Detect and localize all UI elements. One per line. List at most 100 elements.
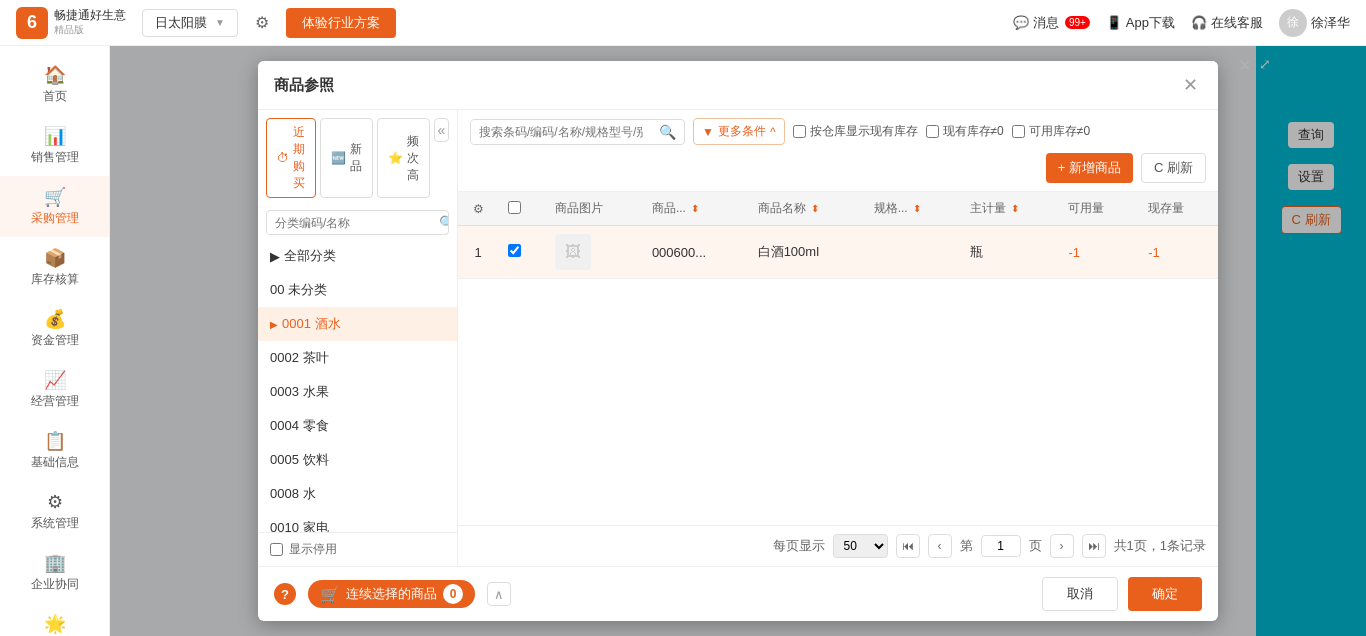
selected-count-badge: 0 [443,584,463,604]
content-area: ✕ ⤢ 查询 设置 C 刷新 商品参照 ✕ [110,46,1366,636]
sidebar-item-operations[interactable]: 📈 经营管理 [0,359,109,420]
cancel-button[interactable]: 取消 [1042,577,1118,611]
category-search-icon[interactable]: 🔍 [433,211,449,234]
product-search-icon[interactable]: 🔍 [651,120,684,144]
col-stock-header: 现存量 [1138,192,1218,226]
page-number-label: 第 [960,537,973,555]
table-row[interactable]: 1 🖼 000600... 白酒100ml [458,226,1218,279]
category-item-0008[interactable]: 0008 水 [258,477,457,511]
help-icon[interactable]: ? [274,583,296,605]
page-number-input[interactable] [981,535,1021,557]
recent-purchases-button[interactable]: ⏱ 近期购买 [266,118,316,198]
modal-overlay: 商品参照 ✕ ⏱ 近期购买 🆕 新 [110,46,1366,636]
category-item-0001[interactable]: ▶ 0001 酒水 [258,307,457,341]
logo-icon: 6 [16,7,48,39]
nonzero-stock-checkbox[interactable] [926,125,939,138]
category-item-0005[interactable]: 0005 饮料 [258,443,457,477]
user-nav-item[interactable]: 徐 徐泽华 [1279,9,1350,37]
inventory-icon: 📦 [44,247,66,269]
main-layout: 🏠 首页 📊 销售管理 🛒 采购管理 📦 库存核算 💰 资金管理 📈 经营管理 … [0,46,1366,636]
sidebar-item-purchase[interactable]: 🛒 采购管理 [0,176,109,237]
sidebar-item-home[interactable]: 🏠 首页 [0,54,109,115]
col-code-header[interactable]: 商品... ⬍ [642,192,748,226]
toolbar-right: + 新增商品 C 刷新 [1046,153,1206,183]
nav-selector[interactable]: 日太阳膜 ▼ [142,9,238,37]
cart-area[interactable]: 🛒 连续选择的商品 0 [308,580,475,608]
category-search-box: 🔍 [266,210,449,235]
modal-header: 商品参照 ✕ [258,61,1218,110]
col-settings-header[interactable]: ⚙ [458,192,498,226]
category-item-0003[interactable]: 0003 水果 [258,375,457,409]
active-arrow-icon: ▶ [270,319,278,330]
phone-icon: 📱 [1106,15,1122,30]
nonzero-stock-label: 现有库存≠0 [943,123,1004,140]
enterprise-icon: 🏢 [44,552,66,574]
sidebar-item-sales[interactable]: 📊 销售管理 [0,115,109,176]
all-categories-item[interactable]: ▶ 全部分类 [258,239,457,273]
last-page-button[interactable]: ⏭ [1082,534,1106,558]
category-label-0008: 0008 水 [270,485,316,503]
category-item-0004[interactable]: 0004 零食 [258,409,457,443]
sidebar-item-enterprise[interactable]: 🏢 企业协同 [0,542,109,603]
category-label-0010: 0010 家电 [270,519,329,532]
finance-icon: 💰 [44,308,66,330]
category-search-input[interactable] [267,212,433,234]
select-all-checkbox[interactable] [508,201,521,214]
available-stock-checkbox[interactable] [1012,125,1025,138]
sort-icon: ⬍ [691,203,699,214]
add-product-button[interactable]: + 新增商品 [1046,153,1133,183]
sidebar-item-system[interactable]: ⚙ 系统管理 [0,481,109,542]
online-service-nav-item[interactable]: 🎧 在线客服 [1191,14,1263,32]
product-search-input[interactable] [471,121,651,143]
col-unit-header[interactable]: 主计量 ⬍ [960,192,1059,226]
nav-selector-text: 日太阳膜 [155,14,207,32]
show-disabled-checkbox[interactable] [270,543,283,556]
modal-right-panel: 🔍 ▼ 更多条件 ^ 按仓库显示现有库存 [458,110,1218,566]
confirm-button[interactable]: 确定 [1128,577,1202,611]
more-filters-button[interactable]: ▼ 更多条件 ^ [693,118,785,145]
col-spec-header[interactable]: 规格... ⬍ [864,192,960,226]
category-item-0002[interactable]: 0002 茶叶 [258,341,457,375]
warehouse-stock-filter[interactable]: 按仓库显示现有库存 [793,123,918,140]
col-image-header: 商品图片 [545,192,642,226]
product-search-box: 🔍 [470,119,685,145]
modal-left-panel: ⏱ 近期购买 🆕 新品 ⭐ 频次高 « [258,110,458,566]
sidebar-item-inventory[interactable]: 📦 库存核算 [0,237,109,298]
expand-icon: ▶ [270,249,280,264]
col-name-header[interactable]: 商品名称 ⬍ [748,192,864,226]
category-item-00[interactable]: 00 未分类 [258,273,457,307]
app-download-nav-item[interactable]: 📱 App下载 [1106,14,1175,32]
nonzero-stock-filter[interactable]: 现有库存≠0 [926,123,1004,140]
home-icon: 🏠 [44,64,66,86]
sidebar-item-basic-info[interactable]: 📋 基础信息 [0,420,109,481]
per-page-select[interactable]: 50 20 100 [833,534,888,558]
first-page-button[interactable]: ⏮ [896,534,920,558]
row-name-cell: 白酒100ml [748,226,864,279]
sidebar-item-guide[interactable]: 🌟 新手引导 [0,603,109,636]
sidebar-item-finance[interactable]: 💰 资金管理 [0,298,109,359]
row-checkbox[interactable] [508,244,521,257]
sidebar-item-enterprise-label: 企业协同 [31,576,79,593]
row-available-cell: -1 [1058,226,1138,279]
collapse-button[interactable]: « [434,118,449,142]
trial-button[interactable]: 体验行业方案 [286,8,396,38]
modal-left-footer: 显示停用 [258,532,457,566]
message-nav-item[interactable]: 💬 消息 99+ [1013,14,1090,32]
category-item-0010[interactable]: 0010 家电 [258,511,457,532]
col-checkbox-header [498,192,545,226]
refresh-button[interactable]: C 刷新 [1141,153,1206,183]
available-stock-filter[interactable]: 可用库存≠0 [1012,123,1090,140]
next-page-button[interactable]: › [1050,534,1074,558]
row-code-cell: 000600... [642,226,748,279]
frequent-button[interactable]: ⭐ 频次高 [377,118,430,198]
category-label-0001: 0001 酒水 [282,315,341,333]
available-stock-label: 可用库存≠0 [1029,123,1090,140]
show-disabled-label[interactable]: 显示停用 [270,541,445,558]
new-products-button[interactable]: 🆕 新品 [320,118,373,198]
prev-page-button[interactable]: ‹ [928,534,952,558]
warehouse-stock-checkbox[interactable] [793,125,806,138]
modal-close-button[interactable]: ✕ [1178,73,1202,97]
sidebar-item-finance-label: 资金管理 [31,332,79,349]
gear-icon[interactable]: ⚙ [246,7,278,39]
collapse-cart-button[interactable]: ∧ [487,582,511,606]
